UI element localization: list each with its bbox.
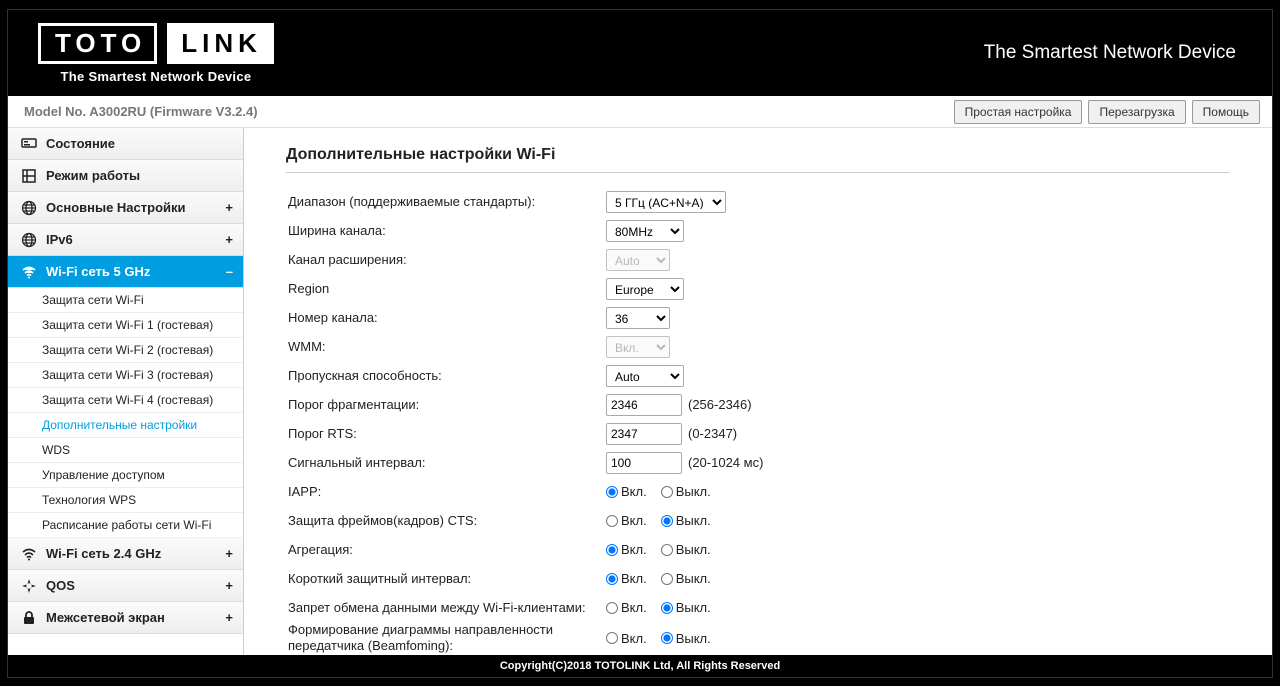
wifi-icon — [20, 264, 38, 280]
status-icon — [20, 136, 38, 152]
lock-icon — [20, 610, 38, 626]
sidebar-item-label: Состояние — [46, 136, 233, 151]
extch-select: Auto — [606, 249, 670, 271]
chwidth-select[interactable]: 80MHz — [606, 220, 684, 242]
aggr-on[interactable]: Вкл. — [606, 542, 647, 557]
logo-subtitle: The Smartest Network Device — [61, 69, 252, 84]
cts-on[interactable]: Вкл. — [606, 513, 647, 528]
sidebar-sub-acl[interactable]: Управление доступом — [8, 463, 243, 488]
sidebar-sub-wds[interactable]: WDS — [8, 438, 243, 463]
sgi-on[interactable]: Вкл. — [606, 571, 647, 586]
rts-label: Порог RTS: — [286, 426, 606, 441]
sgi-off[interactable]: Выкл. — [661, 571, 711, 586]
page-title: Дополнительные настройки Wi-Fi — [286, 146, 1230, 173]
iso-off[interactable]: Выкл. — [661, 600, 711, 615]
region-select[interactable]: Europe — [606, 278, 684, 300]
beacon-input[interactable] — [606, 452, 682, 474]
rts-hint: (0-2347) — [688, 426, 737, 441]
opmode-icon — [20, 168, 38, 184]
sidebar-item-wifi-24ghz[interactable]: Wi-Fi сеть 2.4 GHz + — [8, 538, 243, 570]
iapp-label: IAPP: — [286, 484, 606, 499]
sidebar-sub-security[interactable]: Защита сети Wi-Fi — [8, 288, 243, 313]
iapp-on[interactable]: Вкл. — [606, 484, 647, 499]
rate-label: Пропускная способность: — [286, 368, 606, 383]
wmm-label: WMM: — [286, 339, 606, 354]
frag-label: Порог фрагментации: — [286, 397, 606, 412]
expand-icon: + — [225, 546, 233, 561]
iso-on[interactable]: Вкл. — [606, 600, 647, 615]
logo-text-left: TOTO — [38, 23, 157, 64]
sidebar-item-label: Wi-Fi сеть 2.4 GHz — [46, 546, 225, 561]
header: TOTO LINK The Smartest Network Device Th… — [8, 10, 1272, 96]
info-bar: Model No. A3002RU (Firmware V3.2.4) Прос… — [8, 96, 1272, 128]
reboot-button[interactable]: Перезагрузка — [1088, 100, 1185, 124]
iso-label: Запрет обмена данными между Wi-Fi-клиент… — [286, 600, 606, 615]
sidebar-item-firewall[interactable]: Межсетевой экран + — [8, 602, 243, 634]
expand-icon: + — [225, 610, 233, 625]
sidebar-item-label: QOS — [46, 578, 225, 593]
extch-label: Канал расширения: — [286, 252, 606, 267]
expand-icon: + — [225, 232, 233, 247]
sidebar-sub-advanced[interactable]: Дополнительные настройки — [8, 413, 243, 438]
sidebar-sub-security-2[interactable]: Защита сети Wi-Fi 2 (гостевая) — [8, 338, 243, 363]
aggr-label: Агрегация: — [286, 542, 606, 557]
band-select[interactable]: 5 ГГц (AC+N+A) — [606, 191, 726, 213]
rts-input[interactable] — [606, 423, 682, 445]
sidebar-sub-security-3[interactable]: Защита сети Wi-Fi 3 (гостевая) — [8, 363, 243, 388]
expand-icon: + — [225, 200, 233, 215]
rate-select[interactable]: Auto — [606, 365, 684, 387]
sgi-label: Короткий защитный интервал: — [286, 571, 606, 586]
collapse-icon: – — [226, 264, 233, 279]
frag-input[interactable] — [606, 394, 682, 416]
sidebar-item-label: Основные Настройки — [46, 200, 225, 215]
sidebar-item-basic[interactable]: Основные Настройки + — [8, 192, 243, 224]
sidebar-item-label: IPv6 — [46, 232, 225, 247]
sidebar[interactable]: Состояние Режим работы Основные Настройк… — [8, 128, 243, 655]
chnum-select[interactable]: 36 — [606, 307, 670, 329]
footer: Copyright(C)2018 TOTOLINK Ltd, All Right… — [8, 655, 1272, 677]
logo-text-right: LINK — [167, 23, 274, 64]
chnum-label: Номер канала: — [286, 310, 606, 325]
sidebar-item-label: Межсетевой экран — [46, 610, 225, 625]
content-area[interactable]: Дополнительные настройки Wi-Fi Диапазон … — [244, 128, 1272, 655]
band-label: Диапазон (поддерживаемые стандарты): — [286, 194, 606, 209]
qos-icon — [20, 578, 38, 594]
sidebar-sub-security-4[interactable]: Защита сети Wi-Fi 4 (гостевая) — [8, 388, 243, 413]
beam-on[interactable]: Вкл. — [606, 631, 647, 646]
sidebar-item-wifi-5ghz[interactable]: Wi-Fi сеть 5 GHz – — [8, 256, 243, 288]
sidebar-item-label: Режим работы — [46, 168, 233, 183]
expand-icon: + — [225, 578, 233, 593]
beam-label: Формирование диаграммы направленности пе… — [286, 622, 606, 655]
frag-hint: (256-2346) — [688, 397, 752, 412]
cts-off[interactable]: Выкл. — [661, 513, 711, 528]
beam-off[interactable]: Выкл. — [661, 631, 711, 646]
model-info: Model No. A3002RU (Firmware V3.2.4) — [24, 104, 258, 119]
globe-icon — [20, 232, 38, 248]
sidebar-item-qos[interactable]: QOS + — [8, 570, 243, 602]
wifi-icon — [20, 546, 38, 562]
sidebar-sub-schedule[interactable]: Расписание работы сети Wi-Fi — [8, 513, 243, 538]
globe-icon — [20, 200, 38, 216]
easy-setup-button[interactable]: Простая настройка — [954, 100, 1083, 124]
wmm-select: Вкл. — [606, 336, 670, 358]
header-tagline: The Smartest Network Device — [984, 42, 1236, 64]
sidebar-item-ipv6[interactable]: IPv6 + — [8, 224, 243, 256]
beacon-label: Сигнальный интервал: — [286, 455, 606, 470]
sidebar-item-opmode[interactable]: Режим работы — [8, 160, 243, 192]
beacon-hint: (20-1024 мс) — [688, 455, 763, 470]
sidebar-sub-security-1[interactable]: Защита сети Wi-Fi 1 (гостевая) — [8, 313, 243, 338]
sidebar-item-label: Wi-Fi сеть 5 GHz — [46, 264, 226, 279]
region-label: Region — [286, 281, 606, 296]
cts-label: Защита фреймов(кадров) CTS: — [286, 513, 606, 528]
chwidth-label: Ширина канала: — [286, 223, 606, 238]
sidebar-sub-wps[interactable]: Технология WPS — [8, 488, 243, 513]
iapp-off[interactable]: Выкл. — [661, 484, 711, 499]
help-button[interactable]: Помощь — [1192, 100, 1260, 124]
sidebar-item-status[interactable]: Состояние — [8, 128, 243, 160]
aggr-off[interactable]: Выкл. — [661, 542, 711, 557]
logo: TOTO LINK The Smartest Network Device — [38, 23, 274, 84]
